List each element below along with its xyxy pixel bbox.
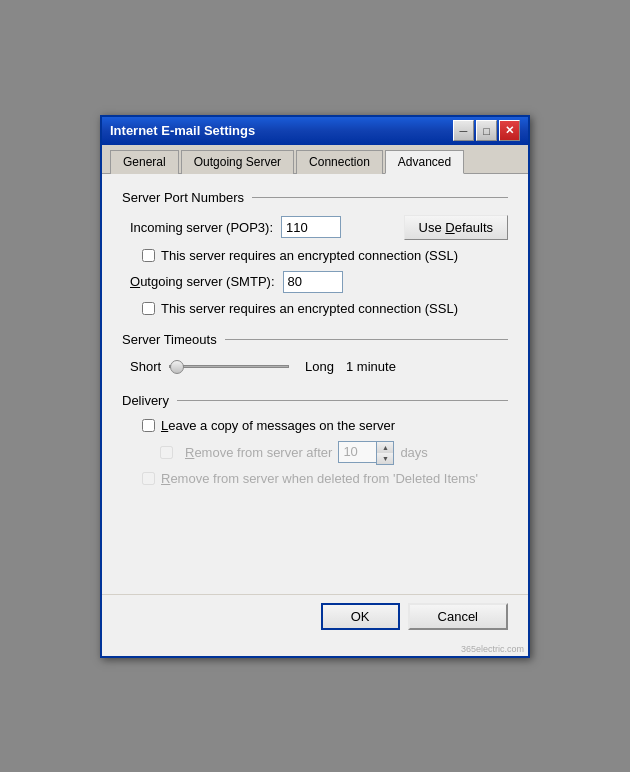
leave-copy-row: Leave a copy of messages on the server: [122, 418, 508, 433]
title-bar-controls: ─ □ ✕: [453, 120, 520, 141]
timeout-value: 1 minute: [346, 359, 396, 374]
tab-bar: General Outgoing Server Connection Advan…: [102, 145, 528, 174]
outgoing-server-label: Outgoing server (SMTP):: [130, 274, 275, 289]
ssl-incoming-label: This server requires an encrypted connec…: [161, 248, 458, 263]
tab-connection[interactable]: Connection: [296, 150, 383, 174]
spinbox-controls: ▲ ▼: [376, 441, 394, 465]
server-timeouts-title: Server Timeouts: [122, 332, 217, 347]
incoming-port-input[interactable]: [281, 216, 341, 238]
minimize-button[interactable]: ─: [453, 120, 474, 141]
leave-copy-label: Leave a copy of messages on the server: [161, 418, 395, 433]
window-title: Internet E-mail Settings: [110, 123, 255, 138]
ssl-outgoing-label: This server requires an encrypted connec…: [161, 301, 458, 316]
remove-after-row: Remove from server after ▲ ▼ days: [122, 441, 508, 465]
server-ports-title: Server Port Numbers: [122, 190, 244, 205]
incoming-server-row: Incoming server (POP3): Use Defaults: [122, 215, 508, 240]
timeout-slider-row: Short Long 1 minute: [122, 357, 508, 377]
tab-content: Server Port Numbers Incoming server (POP…: [102, 174, 528, 594]
short-label: Short: [130, 359, 161, 374]
watermark: 365electric.com: [102, 642, 528, 656]
outgoing-server-row: Outgoing server (SMTP):: [122, 271, 508, 293]
days-label: days: [400, 445, 427, 460]
remove-deleted-row: Remove from server when deleted from 'De…: [122, 471, 508, 486]
use-defaults-label: Use Defaults: [419, 220, 493, 235]
server-timeouts-section: Server Timeouts Short Long 1 minute: [122, 332, 508, 377]
maximize-button[interactable]: □: [476, 120, 497, 141]
remove-after-label: Remove from server after: [185, 445, 332, 460]
tab-advanced[interactable]: Advanced: [385, 150, 464, 174]
server-ports-header: Server Port Numbers: [122, 190, 508, 205]
timeout-slider[interactable]: [169, 357, 289, 377]
days-increment-button[interactable]: ▲: [377, 442, 393, 453]
ssl-outgoing-row: This server requires an encrypted connec…: [122, 301, 508, 316]
server-timeouts-divider: [225, 339, 508, 340]
remove-after-checkbox[interactable]: [160, 446, 173, 459]
use-defaults-button[interactable]: Use Defaults: [404, 215, 508, 240]
ok-button[interactable]: OK: [321, 603, 400, 630]
cancel-button[interactable]: Cancel: [408, 603, 508, 630]
leave-copy-checkbox[interactable]: [142, 419, 155, 432]
server-timeouts-header: Server Timeouts: [122, 332, 508, 347]
button-bar: OK Cancel: [102, 594, 528, 642]
days-decrement-button[interactable]: ▼: [377, 453, 393, 464]
tab-outgoing-server[interactable]: Outgoing Server: [181, 150, 294, 174]
dialog-window: Internet E-mail Settings ─ □ ✕ General O…: [100, 115, 530, 658]
remove-deleted-label: Remove from server when deleted from 'De…: [161, 471, 478, 486]
close-button[interactable]: ✕: [499, 120, 520, 141]
server-ports-section: Server Port Numbers Incoming server (POP…: [122, 190, 508, 316]
ssl-incoming-checkbox[interactable]: [142, 249, 155, 262]
remove-deleted-checkbox[interactable]: [142, 472, 155, 485]
ssl-outgoing-checkbox[interactable]: [142, 302, 155, 315]
server-ports-divider: [252, 197, 508, 198]
delivery-divider: [177, 400, 508, 401]
title-bar: Internet E-mail Settings ─ □ ✕: [102, 117, 528, 145]
content-spacer: [122, 502, 508, 582]
long-label: Long: [305, 359, 334, 374]
delivery-header: Delivery: [122, 393, 508, 408]
tab-general[interactable]: General: [110, 150, 179, 174]
days-spinbox: ▲ ▼: [338, 441, 394, 465]
days-input[interactable]: [338, 441, 376, 463]
ssl-incoming-row: This server requires an encrypted connec…: [122, 248, 508, 263]
delivery-section: Delivery Leave a copy of messages on the…: [122, 393, 508, 486]
outgoing-port-input[interactable]: [283, 271, 343, 293]
delivery-title: Delivery: [122, 393, 169, 408]
incoming-server-label: Incoming server (POP3):: [130, 220, 273, 235]
